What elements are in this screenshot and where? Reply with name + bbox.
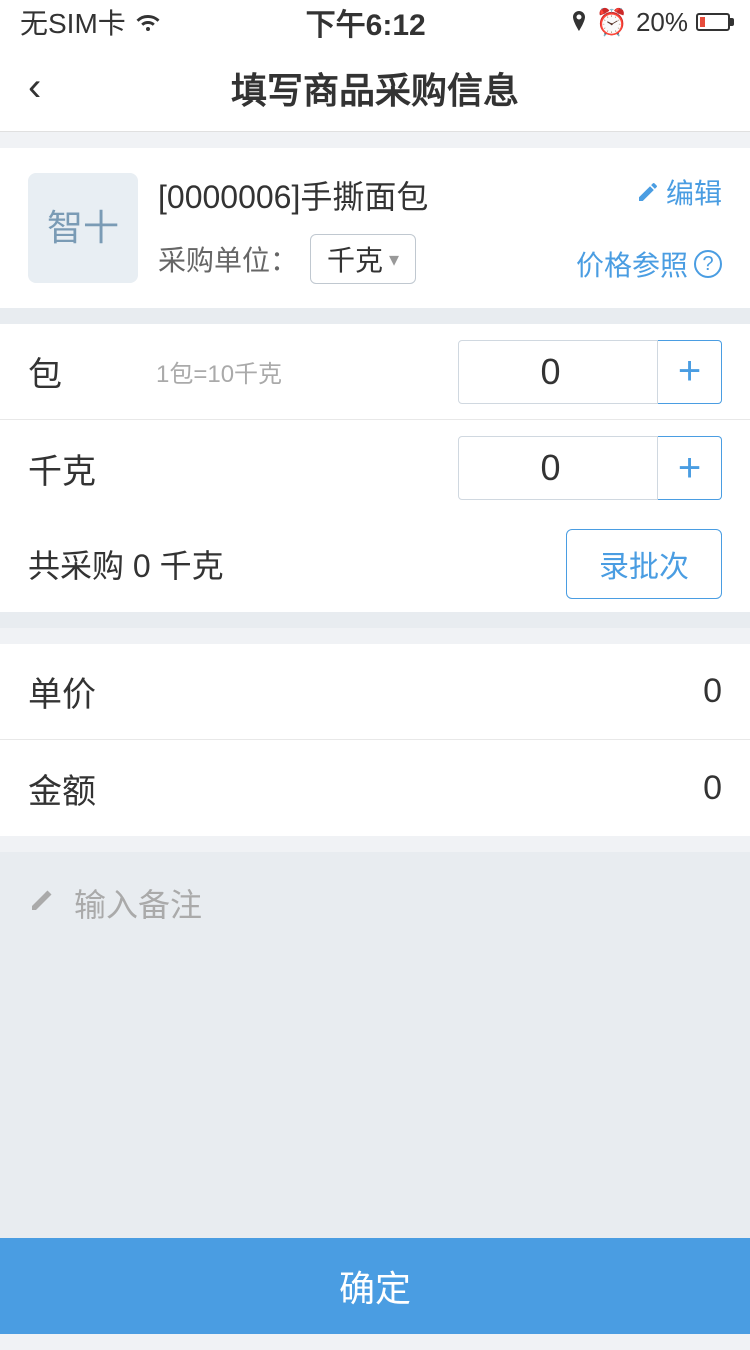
alarm-icon: ⏰ xyxy=(596,7,628,38)
wifi-icon xyxy=(134,6,162,38)
amount-label: 金额 xyxy=(28,764,96,813)
bag-plus-button[interactable]: + xyxy=(658,340,722,404)
product-card: 智十 [0000006]手撕面包 采购单位： 千克 ▾ 编辑 价格参照 ? xyxy=(0,148,750,308)
kg-input-wrapper: + xyxy=(458,436,722,500)
bag-input-wrapper: + xyxy=(458,340,722,404)
price-ref-label: 价格参照 xyxy=(576,244,688,284)
amount-row: 金额 0 xyxy=(0,740,750,836)
location-icon xyxy=(570,7,588,38)
kg-input-row: 千克 + xyxy=(0,420,750,516)
edit-label: 编辑 xyxy=(666,172,722,212)
carrier-text: 无SIM卡 xyxy=(20,2,126,42)
unit-value: 千克 xyxy=(327,239,383,279)
product-image: 智十 xyxy=(28,173,138,283)
summary-text: 共采购 0 千克 xyxy=(28,541,224,587)
price-section: 单价 0 金额 0 xyxy=(0,644,750,836)
bag-label: 包 xyxy=(28,347,148,396)
note-section[interactable]: 输入备注 xyxy=(0,852,750,954)
batch-button[interactable]: 录批次 xyxy=(566,529,722,599)
kg-label: 千克 xyxy=(28,444,148,493)
confirm-button[interactable]: 确定 xyxy=(0,1238,750,1334)
amount-value: 0 xyxy=(703,769,722,808)
kg-input[interactable] xyxy=(458,436,658,500)
edit-icon xyxy=(636,180,660,204)
input-section: 包 1包=10千克 + 千克 + xyxy=(0,324,750,516)
nav-bar: ‹ 填写商品采购信息 xyxy=(0,44,750,132)
status-bar: 无SIM卡 下午6:12 ⏰ 20% xyxy=(0,0,750,44)
page-title: 填写商品采购信息 xyxy=(231,62,519,114)
unit-price-row: 单价 0 xyxy=(0,644,750,740)
bag-input[interactable] xyxy=(458,340,658,404)
section-divider-1 xyxy=(0,308,750,324)
edit-button[interactable]: 编辑 xyxy=(636,172,722,212)
kg-plus-button[interactable]: + xyxy=(658,436,722,500)
unit-label: 采购单位： xyxy=(158,239,298,279)
back-button[interactable]: ‹ xyxy=(28,65,41,110)
unit-price-value: 0 xyxy=(703,672,722,711)
summary-row: 共采购 0 千克 录批次 xyxy=(0,516,750,612)
product-logo: 智十 xyxy=(47,210,119,246)
note-placeholder: 输入备注 xyxy=(74,880,202,926)
battery-percent: 20% xyxy=(636,7,688,38)
bag-input-row: 包 1包=10千克 + xyxy=(0,324,750,420)
main-content: 智十 [0000006]手撕面包 采购单位： 千克 ▾ 编辑 价格参照 ? 包 xyxy=(0,148,750,1350)
battery-icon xyxy=(696,13,730,31)
help-icon: ? xyxy=(694,250,722,278)
bag-sub-label: 1包=10千克 xyxy=(156,354,282,389)
status-left: 无SIM卡 xyxy=(20,2,162,42)
chevron-down-icon: ▾ xyxy=(389,247,399,272)
confirm-label: 确定 xyxy=(339,1260,411,1312)
price-ref-button[interactable]: 价格参照 ? xyxy=(576,244,722,284)
status-time: 下午6:12 xyxy=(306,0,426,44)
section-divider-2 xyxy=(0,612,750,628)
unit-select[interactable]: 千克 ▾ xyxy=(310,234,416,284)
unit-price-label: 单价 xyxy=(28,667,96,716)
content-spacer xyxy=(0,954,750,1254)
pencil-icon xyxy=(28,884,58,922)
status-right: ⏰ 20% xyxy=(570,7,730,38)
